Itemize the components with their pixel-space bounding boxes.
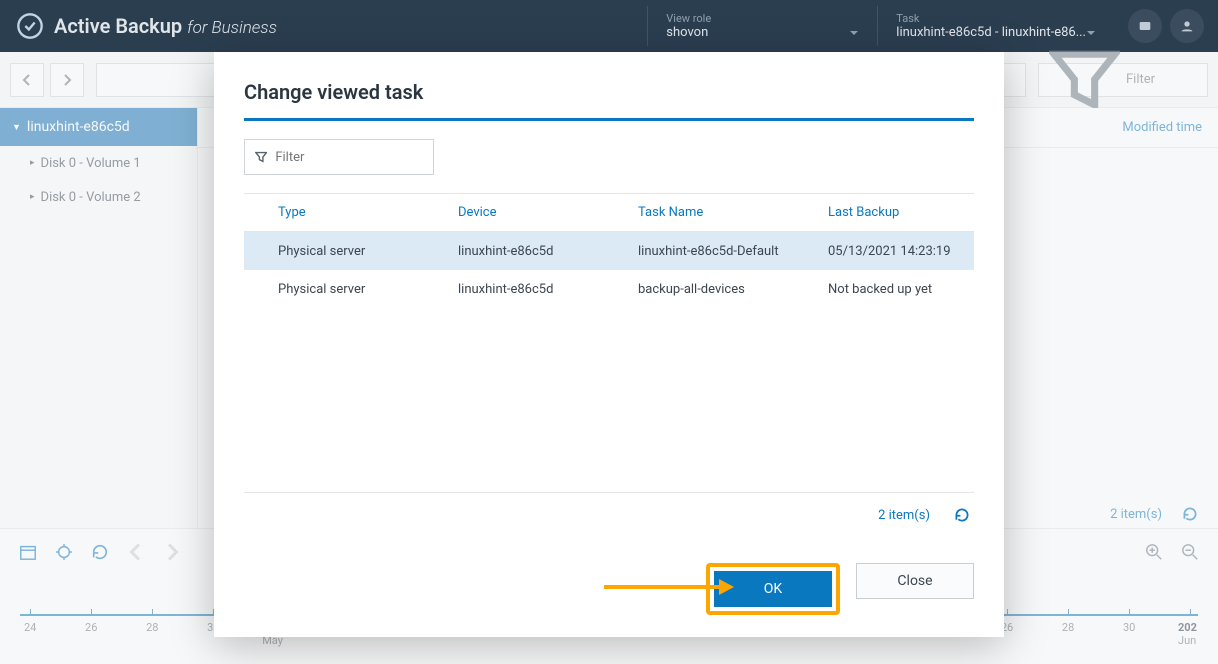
user-button[interactable] — [1170, 9, 1204, 43]
column-type[interactable]: Type — [278, 205, 458, 220]
table-row[interactable]: Physical server linuxhint-e86c5d backup-… — [244, 270, 974, 308]
user-icon — [1179, 18, 1195, 34]
chevron-down-icon — [1086, 28, 1096, 38]
chevron-down-icon — [849, 28, 859, 38]
table-header: Type Device Task Name Last Backup — [244, 194, 974, 232]
app-header: Active Backup for Business View role sho… — [0, 0, 1218, 52]
task-table: Type Device Task Name Last Backup Physic… — [244, 193, 974, 493]
view-role-value: shovon — [666, 25, 708, 40]
column-device[interactable]: Device — [458, 205, 638, 220]
filter-icon — [255, 150, 267, 164]
app-title: Active Backup for Business — [54, 14, 277, 38]
task-label: Task — [896, 12, 1096, 25]
modal-filter-input[interactable] — [275, 150, 423, 165]
close-button[interactable]: Close — [856, 563, 974, 599]
column-task-name[interactable]: Task Name — [638, 205, 828, 220]
table-row[interactable]: Physical server linuxhint-e86c5d linuxhi… — [244, 232, 974, 270]
message-icon — [1137, 18, 1153, 34]
app-logo: Active Backup for Business — [0, 12, 293, 40]
refresh-icon[interactable] — [954, 507, 970, 523]
notifications-button[interactable] — [1128, 9, 1162, 43]
modal-title: Change viewed task — [244, 80, 974, 104]
view-role-label: View role — [666, 12, 859, 25]
app-logo-icon — [16, 12, 44, 40]
modal-filter[interactable] — [244, 139, 434, 175]
task-selector[interactable]: Task linuxhint-e86c5d - linuxhint-e86... — [877, 6, 1114, 46]
column-last-backup[interactable]: Last Backup — [828, 205, 1008, 220]
modal-items-count: 2 item(s) — [878, 508, 930, 523]
view-role-selector[interactable]: View role shovon — [647, 6, 877, 46]
annotation-arrow — [604, 577, 734, 601]
task-value: linuxhint-e86c5d - linuxhint-e86... — [896, 25, 1086, 40]
change-task-modal: Change viewed task Type Device Task Name… — [214, 52, 1004, 637]
